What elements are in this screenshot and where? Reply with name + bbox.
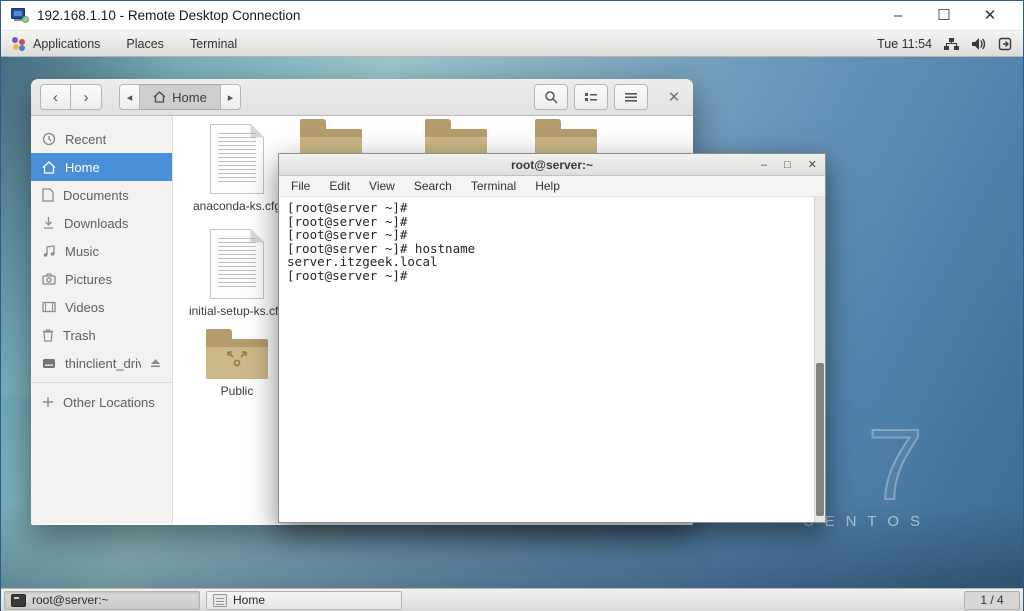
terminal-title: root@server:~	[510, 157, 594, 172]
sidebar-item-recent[interactable]: Recent	[31, 125, 172, 153]
terminal-menu-search[interactable]: Search	[414, 179, 452, 193]
search-icon	[545, 91, 558, 104]
hamburger-icon	[625, 93, 637, 102]
terminal-menu-file[interactable]: File	[291, 179, 310, 193]
applications-menu[interactable]: Applications	[11, 36, 100, 51]
terminal-window: root@server:~ – □ ✕ File Edit View Searc…	[278, 153, 826, 523]
shared-folder-icon	[206, 329, 268, 379]
path-right-chevron[interactable]: ▸	[220, 84, 241, 110]
terminal-menu[interactable]: Terminal	[190, 37, 237, 51]
taskbar-button-home[interactable]: Home	[206, 590, 402, 610]
terminal-menu-help[interactable]: Help	[535, 179, 560, 193]
rdp-window: 192.168.1.10 - Remote Desktop Connection…	[0, 0, 1024, 611]
desktop: 7 CENTOS ‹ › ◂ Home ▸ ✕ Recent Home Docu…	[1, 57, 1023, 588]
taskbar-button-terminal[interactable]: root@server:~	[4, 590, 200, 610]
terminal-maximize-button[interactable]: □	[784, 154, 791, 176]
files-app-icon	[213, 593, 227, 607]
close-button[interactable]: ✕	[967, 1, 1013, 30]
terminal-scrollbar[interactable]	[814, 197, 825, 522]
plus-icon	[43, 397, 53, 407]
terminal-menu-view[interactable]: View	[369, 179, 395, 193]
back-button[interactable]: ‹	[40, 84, 71, 110]
terminal-close-button[interactable]: ✕	[808, 154, 817, 176]
volume-icon[interactable]	[971, 37, 986, 51]
sidebar-separator	[31, 382, 172, 383]
list-view-icon	[585, 93, 597, 101]
sidebar-item-trash[interactable]: Trash	[31, 321, 172, 349]
network-icon[interactable]	[944, 37, 959, 51]
download-icon	[44, 217, 53, 229]
terminal-menu-terminal[interactable]: Terminal	[471, 179, 516, 193]
sidebar-item-pictures[interactable]: Pictures	[31, 265, 172, 293]
terminal-line: [root@server ~]#	[287, 200, 408, 215]
terminal-titlebar[interactable]: root@server:~ – □ ✕	[279, 154, 825, 176]
sidebar-item-downloads[interactable]: Downloads	[31, 209, 172, 237]
home-icon	[42, 160, 56, 174]
rdp-connection-icon	[11, 8, 29, 23]
terminal-menubar: File Edit View Search Terminal Help	[279, 176, 825, 197]
rdp-title: 192.168.1.10 - Remote Desktop Connection	[37, 8, 301, 23]
folder-public[interactable]: Public	[185, 329, 289, 398]
applications-icon	[11, 36, 26, 51]
terminal-app-icon	[11, 593, 26, 607]
files-close-button[interactable]: ✕	[664, 88, 684, 106]
files-header: ‹ › ◂ Home ▸ ✕	[31, 79, 693, 116]
menu-button[interactable]	[614, 84, 648, 110]
gnome-topbar: Applications Places Terminal Tue 11:54	[1, 31, 1023, 57]
text-file-icon	[210, 124, 264, 194]
terminal-output[interactable]: [root@server ~]# [root@server ~]# [root@…	[279, 197, 825, 522]
view-list-button[interactable]	[574, 84, 608, 110]
terminal-minimize-button[interactable]: –	[761, 154, 767, 176]
terminal-line: [root@server ~]#	[287, 227, 408, 243]
document-icon	[42, 188, 54, 202]
search-button[interactable]	[534, 84, 568, 110]
terminal-menu-edit[interactable]: Edit	[329, 179, 350, 193]
forward-button[interactable]: ›	[71, 84, 102, 110]
share-emblem-icon	[224, 348, 250, 375]
eject-icon[interactable]	[150, 356, 161, 371]
maximize-button[interactable]: ☐	[921, 1, 967, 30]
path-home-button[interactable]: Home	[140, 84, 220, 110]
sidebar-item-videos[interactable]: Videos	[31, 293, 172, 321]
video-icon	[42, 301, 56, 313]
sidebar-item-home[interactable]: Home	[31, 153, 172, 181]
terminal-line: server.itzgeek.local	[287, 254, 438, 270]
sidebar-item-documents[interactable]: Documents	[31, 181, 172, 209]
file-initial-setup-ks[interactable]: initial-setup-ks.cfg	[185, 229, 289, 318]
text-file-icon	[210, 229, 264, 299]
files-sidebar: Recent Home Documents Downloads Music Pi…	[31, 116, 173, 524]
scrollbar-thumb[interactable]	[816, 362, 824, 516]
clock[interactable]: Tue 11:54	[877, 37, 932, 51]
rdp-titlebar: 192.168.1.10 - Remote Desktop Connection…	[1, 1, 1023, 31]
path-bar: ◂ Home ▸	[119, 84, 241, 110]
places-menu[interactable]: Places	[126, 37, 164, 51]
workspace-pager[interactable]: 1 / 4	[964, 590, 1020, 610]
camera-icon	[42, 273, 56, 285]
sidebar-item-thinclient-drives[interactable]: thinclient_drives	[31, 349, 172, 377]
window-list-taskbar: root@server:~ Home 1 / 4	[1, 588, 1023, 611]
clock-icon	[42, 132, 56, 146]
minimize-button[interactable]: –	[875, 1, 921, 30]
sidebar-item-other-locations[interactable]: Other Locations	[31, 388, 172, 416]
terminal-line: [root@server ~]# hostname	[287, 240, 476, 256]
file-anaconda-ks[interactable]: anaconda-ks.cfg	[185, 124, 289, 213]
trash-icon	[43, 329, 53, 342]
terminal-line: [root@server ~]#	[287, 267, 408, 283]
sidebar-item-music[interactable]: Music	[31, 237, 172, 265]
power-menu-icon[interactable]	[998, 37, 1013, 51]
drive-icon	[43, 358, 55, 368]
path-left-chevron[interactable]: ◂	[119, 84, 140, 110]
music-icon	[43, 244, 55, 257]
home-icon	[153, 91, 166, 103]
terminal-line: [root@server ~]#	[287, 213, 408, 229]
